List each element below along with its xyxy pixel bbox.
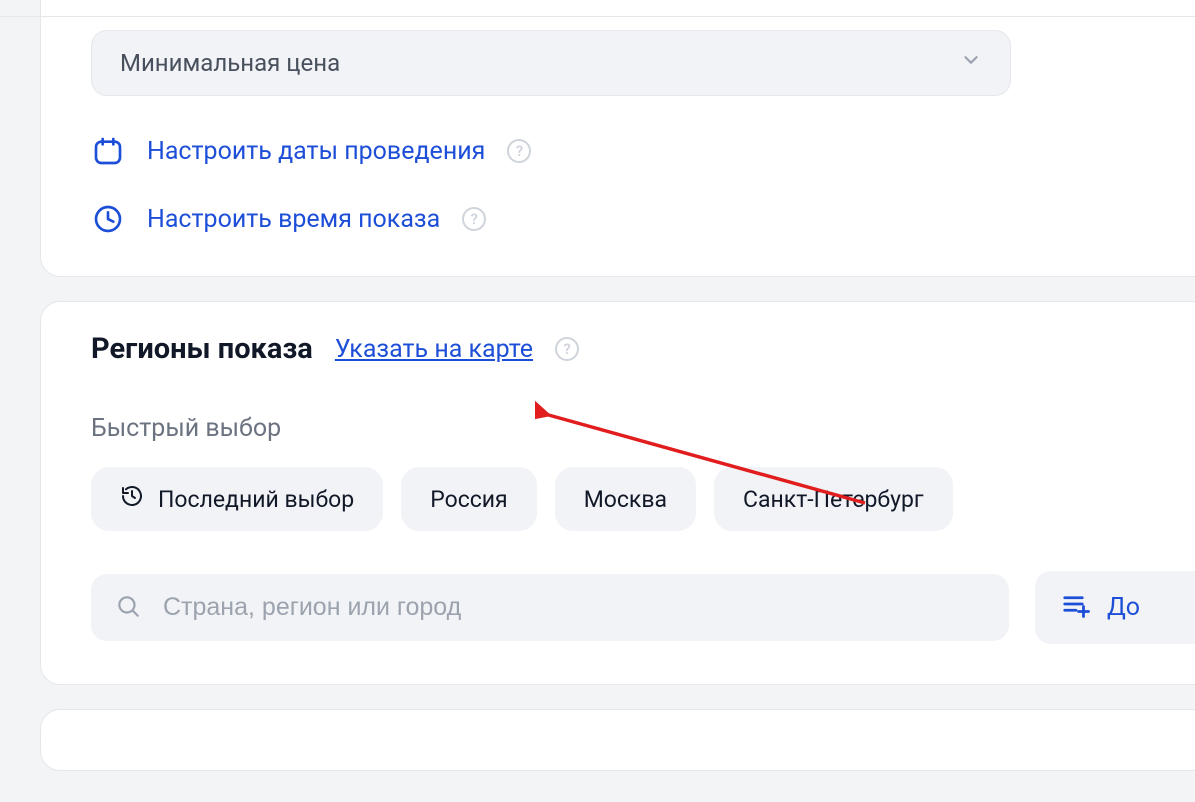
help-icon[interactable]: ? bbox=[555, 337, 579, 361]
chip-label: Россия bbox=[430, 486, 507, 513]
clock-icon bbox=[91, 202, 125, 236]
help-icon[interactable]: ? bbox=[462, 207, 486, 231]
chevron-down-icon bbox=[960, 49, 982, 77]
map-link[interactable]: Указать на карте bbox=[335, 335, 533, 364]
quick-select-label: Быстрый выбор bbox=[91, 414, 1189, 443]
chip-label: Санкт-Петербург bbox=[743, 486, 924, 513]
next-card bbox=[40, 709, 1195, 771]
bid-settings-card: Минимальная цена Настроить даты проведен… bbox=[40, 0, 1195, 277]
regions-card: Регионы показа Указать на карте ? Быстры… bbox=[40, 301, 1195, 685]
chip-russia[interactable]: Россия bbox=[401, 467, 536, 531]
chip-label: Москва bbox=[584, 486, 667, 513]
help-icon[interactable]: ? bbox=[507, 139, 531, 163]
configure-time-link[interactable]: Настроить время показа bbox=[147, 205, 440, 234]
regions-header: Регионы показа Указать на карте ? bbox=[91, 332, 1189, 366]
chip-label: Последний выбор bbox=[158, 486, 354, 513]
min-price-select[interactable]: Минимальная цена bbox=[91, 30, 1011, 96]
region-search-row: До bbox=[91, 571, 1195, 644]
region-search[interactable] bbox=[91, 574, 1009, 641]
history-icon bbox=[120, 484, 144, 514]
quick-select-chips: Последний выбор Россия Москва Санкт-Пете… bbox=[91, 467, 1189, 531]
chip-last-choice[interactable]: Последний выбор bbox=[91, 467, 383, 531]
add-button[interactable]: До bbox=[1035, 571, 1195, 644]
configure-dates-row: Настроить даты проведения ? bbox=[91, 134, 1189, 168]
divider bbox=[0, 16, 1195, 17]
chip-moscow[interactable]: Москва bbox=[555, 467, 696, 531]
calendar-icon bbox=[91, 134, 125, 168]
list-add-icon bbox=[1061, 589, 1091, 626]
min-price-label: Минимальная цена bbox=[120, 49, 340, 77]
search-icon bbox=[115, 593, 143, 623]
regions-title: Регионы показа bbox=[91, 332, 313, 366]
region-search-input[interactable] bbox=[161, 592, 985, 623]
configure-dates-link[interactable]: Настроить даты проведения bbox=[147, 137, 485, 166]
configure-time-row: Настроить время показа ? bbox=[91, 202, 1189, 236]
add-button-label: До bbox=[1107, 593, 1140, 622]
chip-spb[interactable]: Санкт-Петербург bbox=[714, 467, 953, 531]
